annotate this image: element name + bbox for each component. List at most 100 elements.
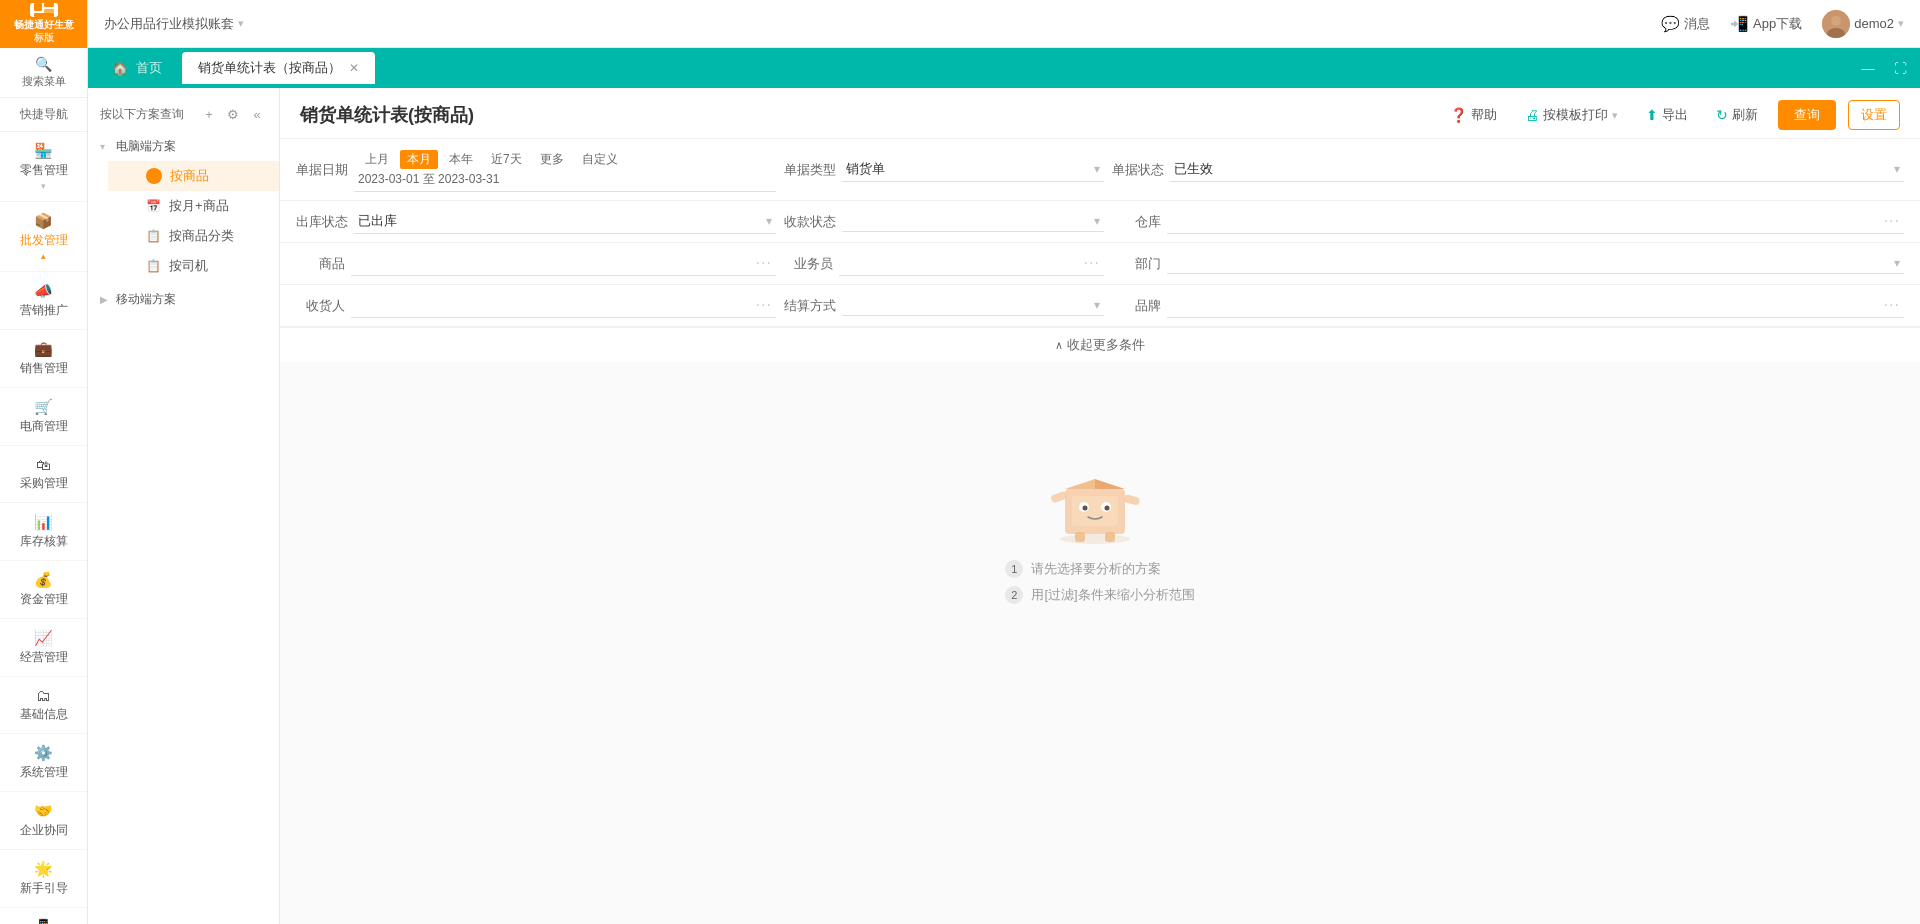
sidebar-item-system[interactable]: ⚙️ 系统管理 xyxy=(0,734,87,792)
sidebar-item-wholesale[interactable]: 📦 批发管理 ▴ xyxy=(0,202,87,272)
scheme-by-custodian[interactable]: 📋 按司机 xyxy=(108,251,279,281)
brand-field[interactable]: ··· xyxy=(1167,293,1904,318)
sidebar-item-app-center[interactable]: 📱 应用中心 xyxy=(0,908,87,924)
sidebar-item-ecommerce[interactable]: 🛒 电商管理 xyxy=(0,388,87,446)
date-tab-more[interactable]: 更多 xyxy=(533,150,571,169)
desktop-section-header[interactable]: ▾ 电脑端方案 xyxy=(88,132,279,161)
settlement-group: 结算方式 ▾ xyxy=(784,295,1104,316)
top-header: 办公用品行业模拟账套 ▾ 💬 消息 📲 App下载 xyxy=(88,0,1920,48)
warehouse-dots-icon[interactable]: ··· xyxy=(1884,212,1900,230)
scheme-by-product[interactable]: 按商品 xyxy=(108,161,279,191)
receiver-dots-icon[interactable]: ··· xyxy=(756,296,772,314)
doc-type-arrow-icon[interactable]: ▾ xyxy=(1094,162,1100,176)
industry-selector[interactable]: 办公用品行业模拟账套 ▾ xyxy=(104,15,244,33)
receipt-status-field[interactable]: ▾ xyxy=(842,211,1104,232)
settlement-field[interactable]: ▾ xyxy=(842,295,1104,316)
sidebar-item-newbie[interactable]: 🌟 新手引导 xyxy=(0,850,87,908)
collapse-conditions-btn[interactable]: ∧ 收起更多条件 xyxy=(280,327,1920,362)
export-btn[interactable]: ⬆ 导出 xyxy=(1638,102,1696,128)
receipt-status-arrow-icon[interactable]: ▾ xyxy=(1094,214,1100,228)
empty-tip-2: 2 用[过滤]条件来缩小分析范围 xyxy=(1005,586,1194,604)
product-field[interactable]: ··· xyxy=(351,251,776,276)
doc-type-label: 单据类型 xyxy=(784,161,842,179)
tab-home-label: 首页 xyxy=(136,59,162,77)
tab-maximize-btn[interactable]: ⛶ xyxy=(1888,56,1912,80)
app-center-icon: 📱 xyxy=(34,918,53,924)
doc-type-field[interactable]: 销货单 ▾ xyxy=(842,157,1104,182)
doc-status-field[interactable]: 已生效 ▾ xyxy=(1170,157,1904,182)
print-template-btn[interactable]: 🖨 按模板打印 ▾ xyxy=(1517,102,1626,128)
purchase-icon: 🛍 xyxy=(36,456,51,473)
refresh-btn[interactable]: ↻ 刷新 xyxy=(1708,102,1766,128)
query-btn[interactable]: 查询 xyxy=(1778,100,1836,130)
date-tab-this-year[interactable]: 本年 xyxy=(442,150,480,169)
collapse-panel-btn[interactable]: « xyxy=(247,104,267,124)
wholesale-arrow: ▴ xyxy=(41,251,46,261)
user-menu[interactable]: demo2 ▾ xyxy=(1822,10,1904,38)
collapse-up-icon: ∧ xyxy=(1055,339,1063,352)
filter-row-1: 单据日期 上月 本月 本年 近7天 更多 自定义 2023-03-01 至 20… xyxy=(280,139,1920,201)
filter-row-3: 商品 ··· 业务员 ··· 部门 xyxy=(280,243,1920,285)
enterprise-icon: 🤝 xyxy=(34,802,53,820)
settings-btn[interactable]: 设置 xyxy=(1848,100,1900,130)
scheme-by-product-cat[interactable]: 📋 按商品分类 xyxy=(108,221,279,251)
sidebar-item-enterprise[interactable]: 🤝 企业协同 xyxy=(0,792,87,850)
help-btn[interactable]: ❓ 帮助 xyxy=(1442,102,1505,128)
date-tab-this-month[interactable]: 本月 xyxy=(400,150,438,169)
sidebar-item-purchase[interactable]: 🛍 采购管理 xyxy=(0,446,87,503)
tab-close-btn[interactable]: ✕ xyxy=(349,62,359,74)
warehouse-field[interactable]: ··· xyxy=(1167,209,1904,234)
tab-home[interactable]: 🏠 首页 xyxy=(96,52,178,84)
messages-label: 消息 xyxy=(1684,15,1710,33)
filter-row-4: 收货人 ··· 结算方式 ▾ 品牌 xyxy=(280,285,1920,327)
messages-btn[interactable]: 💬 消息 xyxy=(1661,15,1710,33)
brand-dots-icon[interactable]: ··· xyxy=(1884,296,1900,314)
settings-scheme-btn[interactable]: ⚙ xyxy=(223,104,243,124)
sidebar-search[interactable]: 🔍 搜索菜单 xyxy=(0,48,87,98)
date-tab-last-month[interactable]: 上月 xyxy=(358,150,396,169)
tab-minimize-btn[interactable]: — xyxy=(1856,56,1880,80)
department-arrow-icon[interactable]: ▾ xyxy=(1894,256,1900,270)
salesperson-field[interactable]: ··· xyxy=(839,251,1104,276)
page-header: 销货单统计表(按商品) ❓ 帮助 🖨 按模板打印 ▾ ⬆ xyxy=(280,88,1920,139)
sidebar-item-retail[interactable]: 🏪 零售管理 ▾ xyxy=(0,132,87,202)
marketing-label: 营销推广 xyxy=(20,302,68,319)
date-tab-7days[interactable]: 近7天 xyxy=(484,150,529,169)
svg-rect-0 xyxy=(34,3,42,11)
sidebar-item-marketing[interactable]: 📣 营销推广 xyxy=(0,272,87,330)
header-right: 💬 消息 📲 App下载 demo2 ▾ xyxy=(1661,10,1904,38)
inventory-icon: 📊 xyxy=(34,513,53,531)
mobile-section-header[interactable]: ▶ 移动端方案 xyxy=(88,285,279,314)
doc-status-arrow-icon[interactable]: ▾ xyxy=(1894,162,1900,176)
tab-sales-stats[interactable]: 销货单统计表（按商品） ✕ xyxy=(182,52,375,84)
username: demo2 xyxy=(1854,16,1894,31)
page-actions: ❓ 帮助 🖨 按模板打印 ▾ ⬆ 导出 ↻ xyxy=(1442,100,1900,130)
date-tab-custom[interactable]: 自定义 xyxy=(575,150,625,169)
sidebar-item-operations[interactable]: 📈 经营管理 xyxy=(0,619,87,677)
department-field[interactable]: ▾ xyxy=(1167,253,1904,274)
print-icon: 🖨 xyxy=(1525,107,1539,123)
tip-num-1: 1 xyxy=(1005,560,1023,578)
out-status-arrow-icon[interactable]: ▾ xyxy=(766,214,772,228)
date-field: 上月 本月 本年 近7天 更多 自定义 2023-03-01 至 2023-03… xyxy=(354,147,776,192)
out-status-field[interactable]: 已出库 ▾ xyxy=(354,209,776,234)
quick-nav[interactable]: 快捷导航 xyxy=(0,98,87,132)
app-download-btn[interactable]: 📲 App下载 xyxy=(1730,15,1802,33)
sidebar-item-sales[interactable]: 💼 销售管理 xyxy=(0,330,87,388)
ecommerce-icon: 🛒 xyxy=(34,398,53,416)
receiver-label: 收货人 xyxy=(296,297,351,315)
product-label: 商品 xyxy=(296,255,351,273)
add-scheme-btn[interactable]: + xyxy=(199,104,219,124)
salesperson-dots-icon[interactable]: ··· xyxy=(1084,254,1100,272)
sidebar-item-inventory[interactable]: 📊 库存核算 xyxy=(0,503,87,561)
settlement-arrow-icon[interactable]: ▾ xyxy=(1094,298,1100,312)
empty-tips: 1 请先选择要分析的方案 2 用[过滤]条件来缩小分析范围 xyxy=(1005,560,1194,604)
sidebar-item-basic[interactable]: 🗂 基础信息 xyxy=(0,677,87,734)
receiver-field[interactable]: ··· xyxy=(351,293,776,318)
sidebar-item-finance[interactable]: 💰 资金管理 xyxy=(0,561,87,619)
basic-icon: 🗂 xyxy=(36,687,51,704)
scheme-by-month-product[interactable]: 📅 按月+商品 xyxy=(108,191,279,221)
receipt-status-group: 收款状态 ▾ xyxy=(784,211,1104,232)
desktop-schemes-list: 按商品 📅 按月+商品 📋 按商品分类 📋 按司机 xyxy=(88,161,279,281)
product-dots-icon[interactable]: ··· xyxy=(756,254,772,272)
